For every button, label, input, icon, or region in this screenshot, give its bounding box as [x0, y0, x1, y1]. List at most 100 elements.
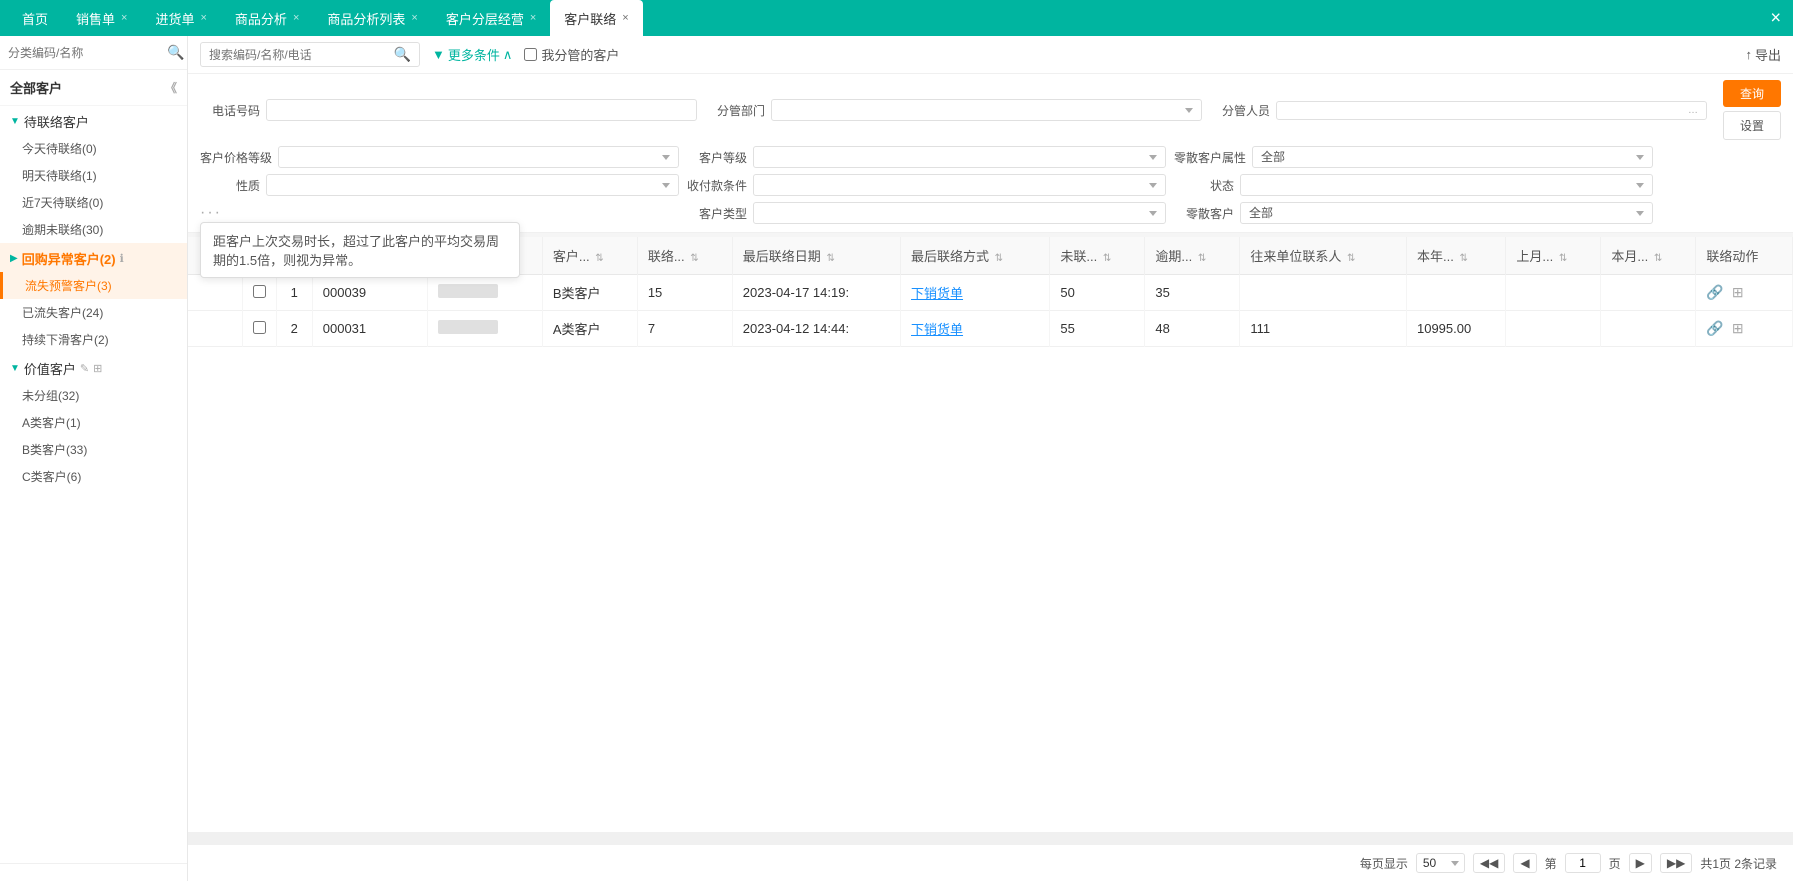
row2-last-method-link[interactable]: 下销货单: [911, 322, 963, 337]
filter-grade-select[interactable]: [753, 146, 1166, 168]
filter-cell-phone: 电话号码: [200, 99, 697, 121]
row1-link-icon[interactable]: 🔗: [1706, 284, 1723, 301]
col-last-month-label: 上月...: [1516, 249, 1553, 264]
row1-last-month: [1506, 275, 1601, 311]
window-close-icon[interactable]: ×: [1770, 8, 1781, 29]
first-page-btn[interactable]: ◀◀: [1473, 853, 1505, 873]
table-scrollbar[interactable]: [188, 832, 1793, 844]
page-number-input[interactable]: [1565, 853, 1601, 873]
filter-search-icon[interactable]: 🔍: [394, 46, 411, 63]
row1-last-method-link[interactable]: 下销货单: [911, 286, 963, 301]
col-this-year[interactable]: 本年... ⇅: [1406, 237, 1505, 275]
last-page-btn[interactable]: ▶▶: [1660, 853, 1692, 873]
sidebar-item-today-pending[interactable]: 今天待联络(0): [0, 135, 187, 162]
col-this-month[interactable]: 本月... ⇅: [1601, 237, 1696, 275]
filter-ellipsis-btn[interactable]: ···: [200, 204, 222, 222]
sidebar-item-overdue-pending[interactable]: 逾期未联络(30): [0, 216, 187, 243]
nav-purchase[interactable]: 进货单 ×: [141, 0, 220, 36]
filter-nature-select[interactable]: [266, 174, 679, 196]
sidebar-group-value[interactable]: ▼ 价值客户 ✎ ⊞: [0, 353, 187, 382]
col-last-month[interactable]: 上月... ⇅: [1506, 237, 1601, 275]
col-last-date[interactable]: 最后联络日期 ⇅: [732, 237, 900, 275]
filter-scattered-select[interactable]: 全部: [1240, 202, 1653, 224]
per-page-select[interactable]: 50 20 100: [1416, 853, 1465, 873]
close-goods-analysis-icon[interactable]: ×: [293, 12, 299, 24]
row2-last-method[interactable]: 下销货单: [901, 311, 1050, 347]
my-customers-checkbox[interactable]: [524, 48, 537, 61]
sidebar-bottom-scrollbar[interactable]: [0, 863, 187, 881]
total-records-label: 共1页 2条记录: [1700, 855, 1777, 872]
filter-price-grade-select[interactable]: [278, 146, 679, 168]
filter-scattered-attr-select[interactable]: 全部: [1252, 146, 1653, 168]
row2-grid-icon[interactable]: ⊞: [1732, 320, 1744, 337]
col-contact[interactable]: 联络... ⇅: [637, 237, 732, 275]
col-customer-type-label: 客户...: [553, 249, 590, 264]
row1-checkbox[interactable]: [242, 275, 276, 311]
filter-cell-customer-type: 客户类型: [687, 202, 1166, 224]
row2-checkbox[interactable]: [242, 311, 276, 347]
nav-sales[interactable]: 销售单 ×: [62, 0, 141, 36]
value-add-icon[interactable]: ⊞: [93, 362, 102, 375]
col-last-method[interactable]: 最后联络方式 ⇅: [901, 237, 1050, 275]
sidebar-item-b-class[interactable]: B类客户(33): [0, 436, 187, 463]
col-overdue-label: 逾期...: [1155, 249, 1192, 264]
sidebar-search-input[interactable]: [8, 46, 163, 60]
nav-goods-analysis[interactable]: 商品分析 ×: [221, 0, 313, 36]
close-sales-icon[interactable]: ×: [121, 12, 127, 24]
sidebar-item-a-class[interactable]: A类客户(1): [0, 409, 187, 436]
filter-phone-input[interactable]: [266, 99, 697, 121]
sidebar-item-ungrouped[interactable]: 未分组(32): [0, 382, 187, 409]
filter-search-input[interactable]: [209, 48, 394, 62]
filter-dept-select[interactable]: [771, 99, 1202, 121]
settings-button[interactable]: 设置: [1723, 111, 1781, 140]
row1-last-method[interactable]: 下销货单: [901, 275, 1050, 311]
col-this-year-label: 本年...: [1417, 249, 1454, 264]
filter-row-2: 客户价格等级 客户等级 零散客户属性 全部: [200, 146, 1781, 168]
col-customer-type[interactable]: 客户... ⇅: [542, 237, 637, 275]
close-purchase-icon[interactable]: ×: [200, 12, 206, 24]
sidebar-item-lost[interactable]: 已流失客户(24): [0, 299, 187, 326]
col-unit-contact-sort-icon: ⇅: [1347, 253, 1355, 264]
close-goods-list-icon[interactable]: ×: [411, 12, 417, 24]
col-last-date-sort-icon: ⇅: [826, 253, 834, 264]
row2-select-checkbox[interactable]: [253, 321, 266, 334]
sidebar-search-icon[interactable]: 🔍: [167, 44, 184, 61]
nav-customer-contact[interactable]: 客户联络 ×: [550, 0, 642, 36]
sidebar-item-tomorrow-pending[interactable]: 明天待联络(1): [0, 162, 187, 189]
filter-customer-type-select[interactable]: [753, 202, 1166, 224]
col-uncontacted[interactable]: 未联... ⇅: [1050, 237, 1145, 275]
nav-customer-layered[interactable]: 客户分层经营 ×: [432, 0, 550, 36]
row2-link-icon[interactable]: 🔗: [1706, 320, 1723, 337]
next-page-btn[interactable]: ▶: [1629, 853, 1652, 873]
filter-person-input[interactable]: …: [1276, 101, 1707, 120]
close-customer-layered-icon[interactable]: ×: [530, 12, 536, 24]
sidebar-item-loss-warning[interactable]: 流失预警客户(3): [0, 272, 187, 299]
sidebar-group-repurchase[interactable]: ▶ 回购异常客户(2) ℹ: [0, 243, 187, 272]
filter-payment-select[interactable]: [753, 174, 1166, 196]
sidebar-collapse-icon[interactable]: 《: [165, 79, 177, 96]
nav-home[interactable]: 首页: [8, 0, 62, 36]
row1-contact: 15: [637, 275, 732, 311]
export-label: 导出: [1755, 45, 1781, 64]
row2-this-month: [1601, 311, 1696, 347]
more-conditions-btn[interactable]: ▼ 更多条件 ∧: [432, 45, 512, 64]
row1-actions: 🔗 ⊞: [1696, 275, 1793, 311]
sidebar-group-pending[interactable]: ▼ 待联络客户: [0, 106, 187, 135]
nav-goods-list[interactable]: 商品分析列表 ×: [313, 0, 431, 36]
col-unit-contact[interactable]: 往来单位联系人 ⇅: [1240, 237, 1407, 275]
col-overdue[interactable]: 逾期... ⇅: [1145, 237, 1240, 275]
row1-select-checkbox[interactable]: [253, 285, 266, 298]
sidebar-item-7days-pending[interactable]: 近7天待联络(0): [0, 189, 187, 216]
query-button[interactable]: 查询: [1723, 80, 1781, 107]
filter-status-select[interactable]: [1240, 174, 1653, 196]
row1-last-date: 2023-04-17 14:19:: [732, 275, 900, 311]
export-btn[interactable]: ↑ 导出: [1745, 45, 1781, 64]
sidebar-item-declining[interactable]: 持续下滑客户(2): [0, 326, 187, 353]
close-customer-contact-icon[interactable]: ×: [622, 12, 628, 24]
value-edit-icon[interactable]: ✎: [80, 362, 89, 375]
row1-grid-icon[interactable]: ⊞: [1732, 284, 1744, 301]
sidebar-item-c-class[interactable]: C类客户(6): [0, 463, 187, 490]
row2-actions: 🔗 ⊞: [1696, 311, 1793, 347]
prev-page-btn[interactable]: ◀: [1513, 853, 1536, 873]
nav-goods-analysis-label: 商品分析: [235, 9, 287, 28]
